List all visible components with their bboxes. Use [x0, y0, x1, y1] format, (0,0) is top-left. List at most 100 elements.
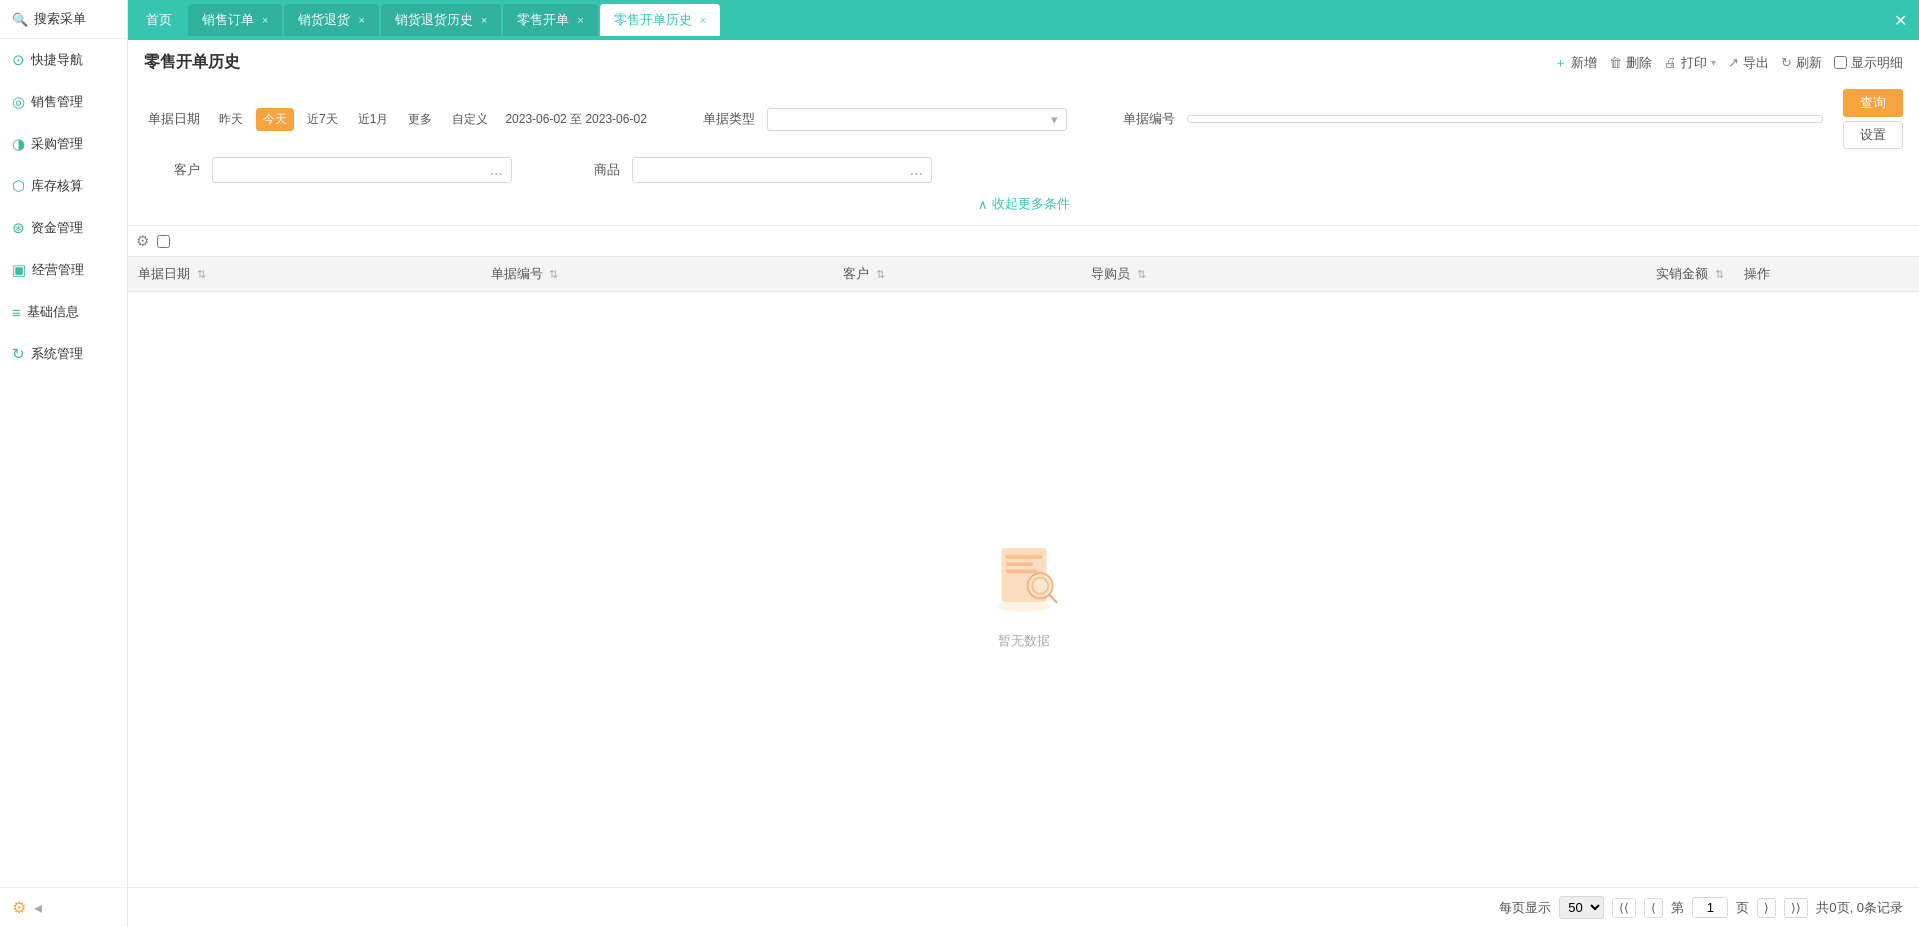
sidebar-item-label-finance: 资金管理 — [31, 219, 83, 237]
tab-sales-order[interactable]: 销售订单 × — [188, 4, 282, 36]
tab-sales-return-history-close[interactable]: × — [481, 14, 487, 26]
empty-illustration — [979, 530, 1069, 620]
tab-retail-open[interactable]: 零售开单 × — [503, 4, 597, 36]
table-select-all[interactable] — [157, 235, 170, 248]
total-info: 共0页, 0条记录 — [1816, 899, 1903, 917]
sidebar-item-sales-mgmt[interactable]: ◎ 销售管理 — [0, 81, 127, 123]
order-type-label: 单据类型 — [699, 110, 755, 128]
last-page-btn[interactable]: ⟩⟩ — [1784, 898, 1808, 918]
sidebar: 🔍 搜索采单 ⊙ 快捷导航 ◎ 销售管理 ◑ 采购管理 ⬡ 库存核算 ⊛ 资金管… — [0, 0, 128, 927]
col-customer-label: 客户 — [843, 266, 869, 281]
plus-icon: ＋ — [1554, 54, 1567, 72]
tab-retail-open-close[interactable]: × — [577, 14, 583, 26]
col-date-label: 单据日期 — [138, 266, 190, 281]
empty-text: 暂无数据 — [998, 632, 1050, 650]
show-detail-label: 显示明细 — [1851, 54, 1903, 72]
sidebar-item-sys-mgmt[interactable]: ↻ 系统管理 — [0, 333, 127, 375]
export-icon: ↗ — [1728, 55, 1739, 70]
sidebar-item-purchase-mgmt[interactable]: ◑ 采购管理 — [0, 123, 127, 165]
customer-input[interactable]: ... — [212, 157, 512, 183]
prev-page-btn[interactable]: ⟨ — [1644, 898, 1663, 918]
goods-dots[interactable]: ... — [910, 161, 923, 179]
col-action: 操作 — [1734, 257, 1919, 292]
show-detail-check[interactable] — [1834, 56, 1847, 69]
sidebar-item-quick-nav[interactable]: ⊙ 快捷导航 — [0, 39, 127, 81]
page-suffix-label: 页 — [1736, 899, 1749, 917]
page-number-input[interactable] — [1692, 897, 1728, 918]
today-btn[interactable]: 今天 — [256, 108, 294, 131]
collapse-filter-btn[interactable]: ∧ 收起更多条件 — [144, 191, 1903, 217]
print-button-label: 打印 — [1681, 54, 1707, 72]
tab-retail-open-history[interactable]: 零售开单历史 × — [600, 4, 720, 36]
finance-icon: ⊛ — [12, 219, 25, 237]
window-close-icon[interactable]: ✕ — [1894, 11, 1907, 30]
col-action-label: 操作 — [1744, 266, 1770, 281]
tab-retail-open-history-close[interactable]: × — [700, 14, 706, 26]
refresh-button[interactable]: ↻ 刷新 — [1781, 54, 1822, 72]
settings-button[interactable]: 设置 — [1843, 121, 1903, 149]
tab-home[interactable]: 首页 — [132, 4, 186, 36]
table-gear-icon[interactable]: ⚙ — [136, 232, 149, 250]
sidebar-item-basic-info[interactable]: ≡ 基础信息 — [0, 291, 127, 333]
print-button[interactable]: 🖨 打印 ▾ — [1664, 54, 1716, 72]
sidebar-item-ops-mgmt[interactable]: ▣ 经营管理 — [0, 249, 127, 291]
delete-button[interactable]: 🗑 删除 — [1609, 54, 1652, 72]
data-table: 单据日期 ⇅ 单据编号 ⇅ 客户 ⇅ 导购员 ⇅ — [128, 257, 1919, 292]
main-area: 首页 销售订单 × 销货退货 × 销货退货历史 × 零售开单 × 零售开单历史 … — [128, 0, 1919, 927]
collapse-sidebar-icon[interactable]: ◂ — [34, 898, 42, 917]
col-customer[interactable]: 客户 ⇅ — [833, 257, 1081, 292]
page-header: 零售开单历史 ＋ 新增 🗑 删除 🖨 打印 ▾ — [128, 40, 1919, 226]
customer-filter-label: 客户 — [144, 161, 200, 179]
next-page-btn[interactable]: ⟩ — [1757, 898, 1776, 918]
refresh-icon: ↻ — [1781, 55, 1792, 70]
tab-sales-return-close[interactable]: × — [358, 14, 364, 26]
per-page-select[interactable]: 50 — [1559, 896, 1604, 919]
sidebar-search[interactable]: 🔍 搜索采单 — [0, 0, 127, 39]
tab-retail-open-history-label: 零售开单历史 — [614, 11, 692, 29]
col-amount[interactable]: 实销金额 ⇅ — [1381, 257, 1734, 292]
new-button-label: 新增 — [1571, 54, 1597, 72]
order-type-chevron: ▾ — [1051, 112, 1058, 127]
last-month-btn[interactable]: 近1月 — [351, 108, 396, 131]
query-button[interactable]: 查询 — [1843, 89, 1903, 117]
per-page-label: 每页显示 — [1499, 899, 1551, 917]
col-salesperson-label: 导购员 — [1091, 266, 1130, 281]
tab-sales-return-history[interactable]: 销货退货历史 × — [381, 4, 501, 36]
sidebar-bottom: ⚙ ◂ — [0, 887, 127, 927]
sidebar-item-finance[interactable]: ⊛ 资金管理 — [0, 207, 127, 249]
svg-line-7 — [1049, 594, 1056, 601]
svg-rect-3 — [1006, 562, 1033, 566]
date-filter: 昨天 今天 近7天 近1月 更多 自定义 2023-06-02 至 2023-0… — [212, 108, 647, 131]
col-date[interactable]: 单据日期 ⇅ — [128, 257, 481, 292]
pagination: 每页显示 50 ⟨⟨ ⟨ 第 页 ⟩ ⟩⟩ 共0页, 0条记录 — [128, 887, 1919, 927]
tab-home-label: 首页 — [146, 11, 172, 29]
filter-row-2: 客户 ... 商品 ... — [144, 157, 1903, 183]
col-number[interactable]: 单据编号 ⇅ — [481, 257, 834, 292]
custom-btn[interactable]: 自定义 — [445, 108, 495, 131]
new-button[interactable]: ＋ 新增 — [1554, 54, 1597, 72]
order-no-input[interactable] — [1187, 115, 1823, 123]
order-type-select[interactable]: ▾ — [767, 108, 1067, 131]
sidebar-search-label: 搜索采单 — [34, 10, 86, 28]
col-customer-sort: ⇅ — [876, 268, 885, 280]
goods-input[interactable]: ... — [632, 157, 932, 183]
export-button-label: 导出 — [1743, 54, 1769, 72]
more-btn[interactable]: 更多 — [401, 108, 439, 131]
show-detail-checkbox[interactable]: 显示明细 — [1834, 54, 1903, 72]
chevron-up-icon: ∧ — [978, 197, 988, 212]
tab-sales-order-close[interactable]: × — [262, 14, 268, 26]
col-salesperson[interactable]: 导购员 ⇅ — [1081, 257, 1381, 292]
sidebar-item-label-ops: 经营管理 — [32, 261, 84, 279]
page-title-row: 零售开单历史 ＋ 新增 🗑 删除 🖨 打印 ▾ — [144, 52, 1903, 73]
last7-btn[interactable]: 近7天 — [300, 108, 345, 131]
yesterday-btn[interactable]: 昨天 — [212, 108, 250, 131]
settings-icon[interactable]: ⚙ — [12, 898, 26, 917]
tab-sales-return-history-label: 销货退货历史 — [395, 11, 473, 29]
tab-sales-return[interactable]: 销货退货 × — [284, 4, 378, 36]
customer-dots[interactable]: ... — [490, 161, 503, 179]
sidebar-item-inventory[interactable]: ⬡ 库存核算 — [0, 165, 127, 207]
export-button[interactable]: ↗ 导出 — [1728, 54, 1769, 72]
inventory-icon: ⬡ — [12, 177, 25, 195]
search-icon: 🔍 — [12, 12, 28, 27]
first-page-btn[interactable]: ⟨⟨ — [1612, 898, 1636, 918]
